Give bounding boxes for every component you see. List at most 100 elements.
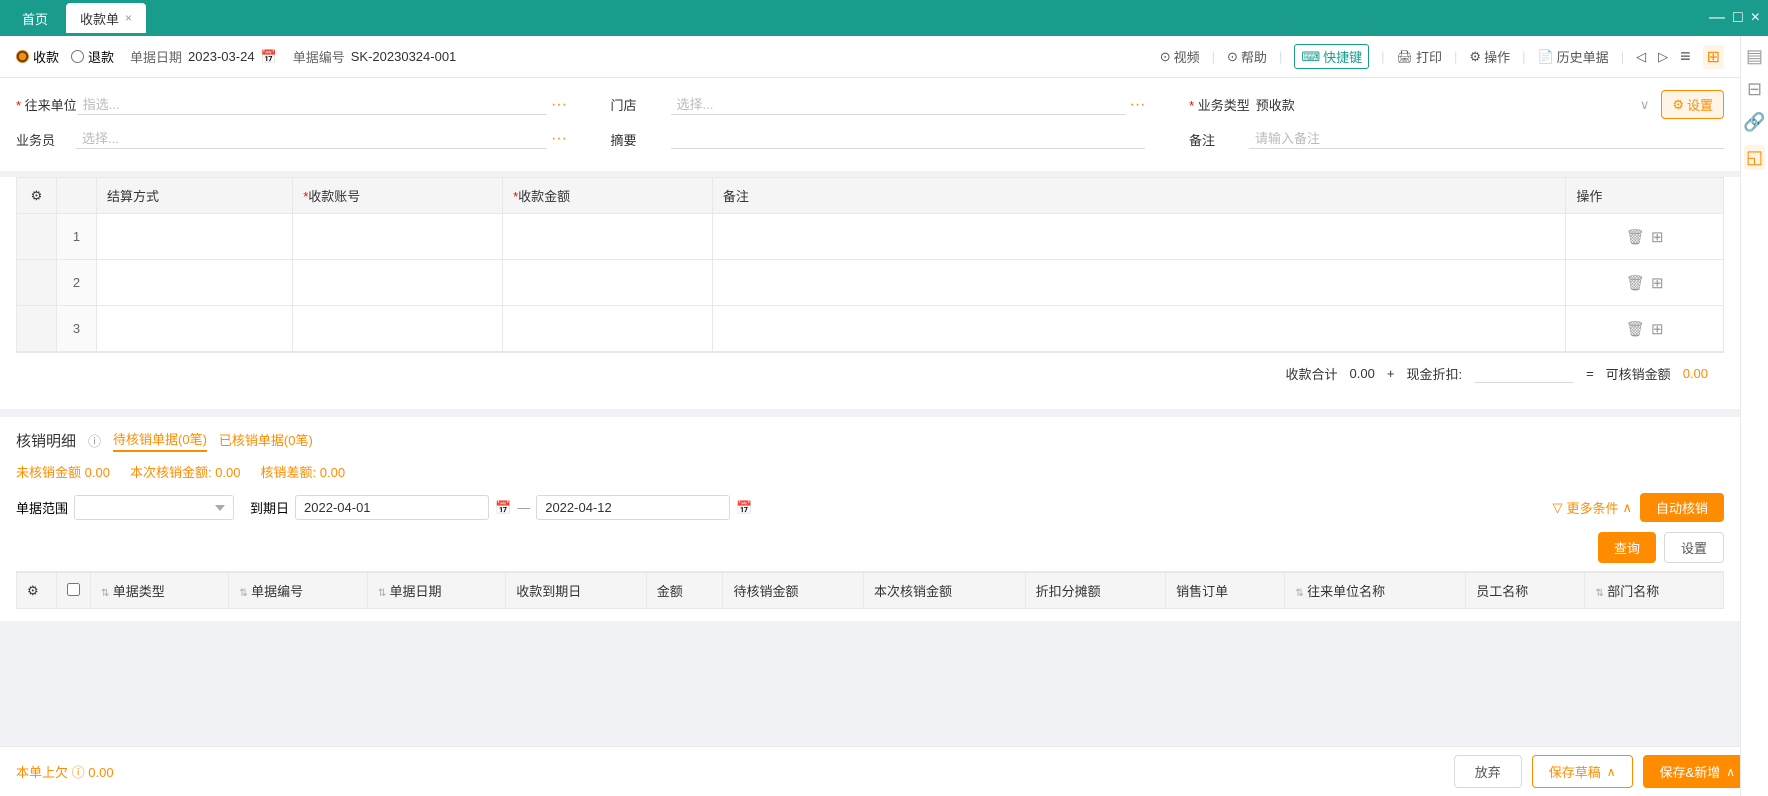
row3-amount[interactable] [503, 306, 713, 352]
right-nav-icon[interactable]: ▷ [1658, 49, 1668, 65]
counterpart-label: 往来单位 [16, 95, 77, 114]
biz-type-chevron-icon[interactable]: ∨ [1640, 97, 1650, 113]
row-num-1: 1 [57, 214, 97, 260]
row1-account[interactable] [293, 214, 503, 260]
footer-info: 本单上欠 ⓘ 0.00 [16, 762, 114, 781]
tab-active[interactable]: 收款单 × [66, 3, 146, 33]
query-button[interactable]: 查询 [1598, 532, 1656, 563]
right-panel-icon-3[interactable]: 🔗 [1743, 112, 1765, 133]
tab-home[interactable]: 首页 [8, 3, 62, 34]
shortcut-btn[interactable]: ⌨ 快捷键 [1294, 44, 1369, 69]
row3-delete-icon[interactable]: 🗑 [1626, 320, 1645, 338]
hx-settings-button[interactable]: 设置 [1664, 532, 1724, 563]
layout-icon[interactable]: ≡ [1680, 46, 1691, 67]
restore-icon[interactable]: □ [1733, 9, 1743, 27]
range-select-group: 单据范围 [16, 495, 234, 520]
salesperson-input[interactable] [76, 129, 547, 149]
row3-settle[interactable] [97, 306, 293, 352]
hx-tab-done[interactable]: 已核销单据(0笔) [219, 430, 313, 451]
stat-diff: 核销差额: 0.00 [261, 462, 346, 481]
print-btn[interactable]: 🖨 打印 [1397, 47, 1443, 66]
bt-col-date: ⇅ 单据日期 [367, 573, 505, 609]
video-btn[interactable]: ⊙ 视频 [1160, 47, 1200, 66]
counterpart-input[interactable] [77, 95, 547, 115]
right-panel: ▤ ⊟ 🔗 ◱ [1740, 36, 1768, 796]
right-panel-icon-2[interactable]: ⊟ [1747, 79, 1762, 100]
bt-col-discount: 折扣分摊额 [1025, 573, 1165, 609]
due-date-from[interactable] [295, 495, 489, 520]
net-label: 可核销金额 [1606, 364, 1671, 383]
row2-remark[interactable] [712, 260, 1566, 306]
doc-num-group: 单据编号 SK-20230324-001 [293, 47, 457, 66]
main-scroll: 收款 退款 单据日期 2023-03-24 📅 单据编号 SK-20230324… [0, 36, 1768, 746]
query-row: 查询 设置 [16, 532, 1724, 563]
form-area: 往来单位 ··· 门店 ··· 业务类型 预收款 ∨ ⚙ 设置 [0, 78, 1740, 177]
radio-tuikuan[interactable]: 退款 [71, 47, 114, 66]
window-close-icon[interactable]: × [1751, 9, 1760, 27]
store-more-btn[interactable]: ··· [1130, 96, 1146, 114]
grid-icon[interactable]: ⊞ [1703, 45, 1724, 69]
save-draft-chevron-icon: ∧ [1607, 765, 1616, 779]
row1-copy-icon[interactable]: ⊞ [1651, 228, 1664, 246]
row1-delete-icon[interactable]: 🗑 [1626, 228, 1645, 246]
tab-active-label: 收款单 [80, 9, 119, 28]
row3-account[interactable] [293, 306, 503, 352]
cal-to-icon[interactable]: 📅 [736, 500, 752, 516]
more-conditions-btn[interactable]: ▽ 更多条件 ∧ [1552, 498, 1632, 517]
cal-from-icon[interactable]: 📅 [495, 500, 511, 516]
table-gear-col[interactable]: ⚙ [17, 178, 57, 214]
abandon-button[interactable]: 放弃 [1454, 755, 1522, 788]
salesperson-more-btn[interactable]: ··· [551, 130, 567, 148]
row2-delete-icon[interactable]: 🗑 [1626, 274, 1645, 292]
left-nav-icon[interactable]: ◁ [1636, 49, 1646, 65]
right-panel-icon-4[interactable]: ◱ [1744, 145, 1765, 170]
row1-remark[interactable] [712, 214, 1566, 260]
history-btn[interactable]: 📄 历史单据 [1537, 47, 1608, 66]
hx-filter-right: ▽ 更多条件 ∧ 自动核销 [1552, 493, 1724, 522]
calendar-icon[interactable]: 📅 [261, 49, 277, 65]
row1-amount[interactable] [503, 214, 713, 260]
row2-amount[interactable] [503, 260, 713, 306]
settings-button[interactable]: ⚙ 设置 [1661, 90, 1724, 119]
range-select[interactable] [74, 495, 234, 520]
radio-group: 收款 退款 [16, 47, 114, 66]
operation-icon: ⚙ [1469, 49, 1481, 65]
bt-check-col[interactable] [57, 573, 91, 609]
table-col-remark: 备注 [712, 178, 1566, 214]
abstract-input[interactable] [671, 129, 1146, 149]
row2-settle[interactable] [97, 260, 293, 306]
row3-copy-icon[interactable]: ⊞ [1651, 320, 1664, 338]
due-date-to[interactable] [536, 495, 730, 520]
store-input[interactable] [671, 95, 1126, 115]
row1-settle[interactable] [97, 214, 293, 260]
tab-close-icon[interactable]: × [125, 11, 132, 25]
date-value: 2023-03-24 [188, 49, 255, 64]
counterpart-more-btn[interactable]: ··· [551, 96, 567, 114]
row2-copy-icon[interactable]: ⊞ [1651, 274, 1664, 292]
due-date-group: 到期日 📅 — 📅 [250, 495, 752, 520]
minimize-icon[interactable]: — [1709, 9, 1725, 27]
table-col-action: 操作 [1566, 178, 1724, 214]
doc-num-value: SK-20230324-001 [351, 49, 457, 64]
row2-account[interactable] [293, 260, 503, 306]
hx-tab-pending[interactable]: 待核销单据(0笔) [113, 429, 207, 452]
bottom-table-section: ⚙ ⇅ 单据类型 ⇅ 单据编号 [16, 571, 1724, 609]
form-row-1: 往来单位 ··· 门店 ··· 业务类型 预收款 ∨ ⚙ 设置 [16, 90, 1724, 119]
right-panel-icon-1[interactable]: ▤ [1746, 46, 1763, 67]
hx-info-icon[interactable]: ⓘ [88, 431, 101, 450]
operation-btn[interactable]: ⚙ 操作 [1469, 47, 1510, 66]
print-icon: 🖨 [1397, 49, 1414, 65]
bt-check-all[interactable] [67, 583, 80, 596]
help-btn[interactable]: ⊙ 帮助 [1227, 47, 1267, 66]
bt-gear-col[interactable]: ⚙ [17, 573, 57, 609]
row3-remark[interactable] [712, 306, 1566, 352]
save-draft-button[interactable]: 保存草稿 ∧ [1532, 755, 1633, 788]
discount-input[interactable] [1474, 363, 1574, 383]
auto-verify-button[interactable]: 自动核销 [1640, 493, 1724, 522]
remark-input[interactable] [1249, 129, 1724, 149]
save-new-button[interactable]: 保存&新增 ∧ [1643, 755, 1752, 788]
biz-type-label: 业务类型 [1189, 95, 1250, 114]
radio-shoukuan[interactable]: 收款 [16, 47, 59, 66]
main-table: ⚙ 结算方式 *收款账号 *收款金额 备注 [16, 177, 1724, 352]
footer-info-icon[interactable]: ⓘ [72, 765, 85, 780]
